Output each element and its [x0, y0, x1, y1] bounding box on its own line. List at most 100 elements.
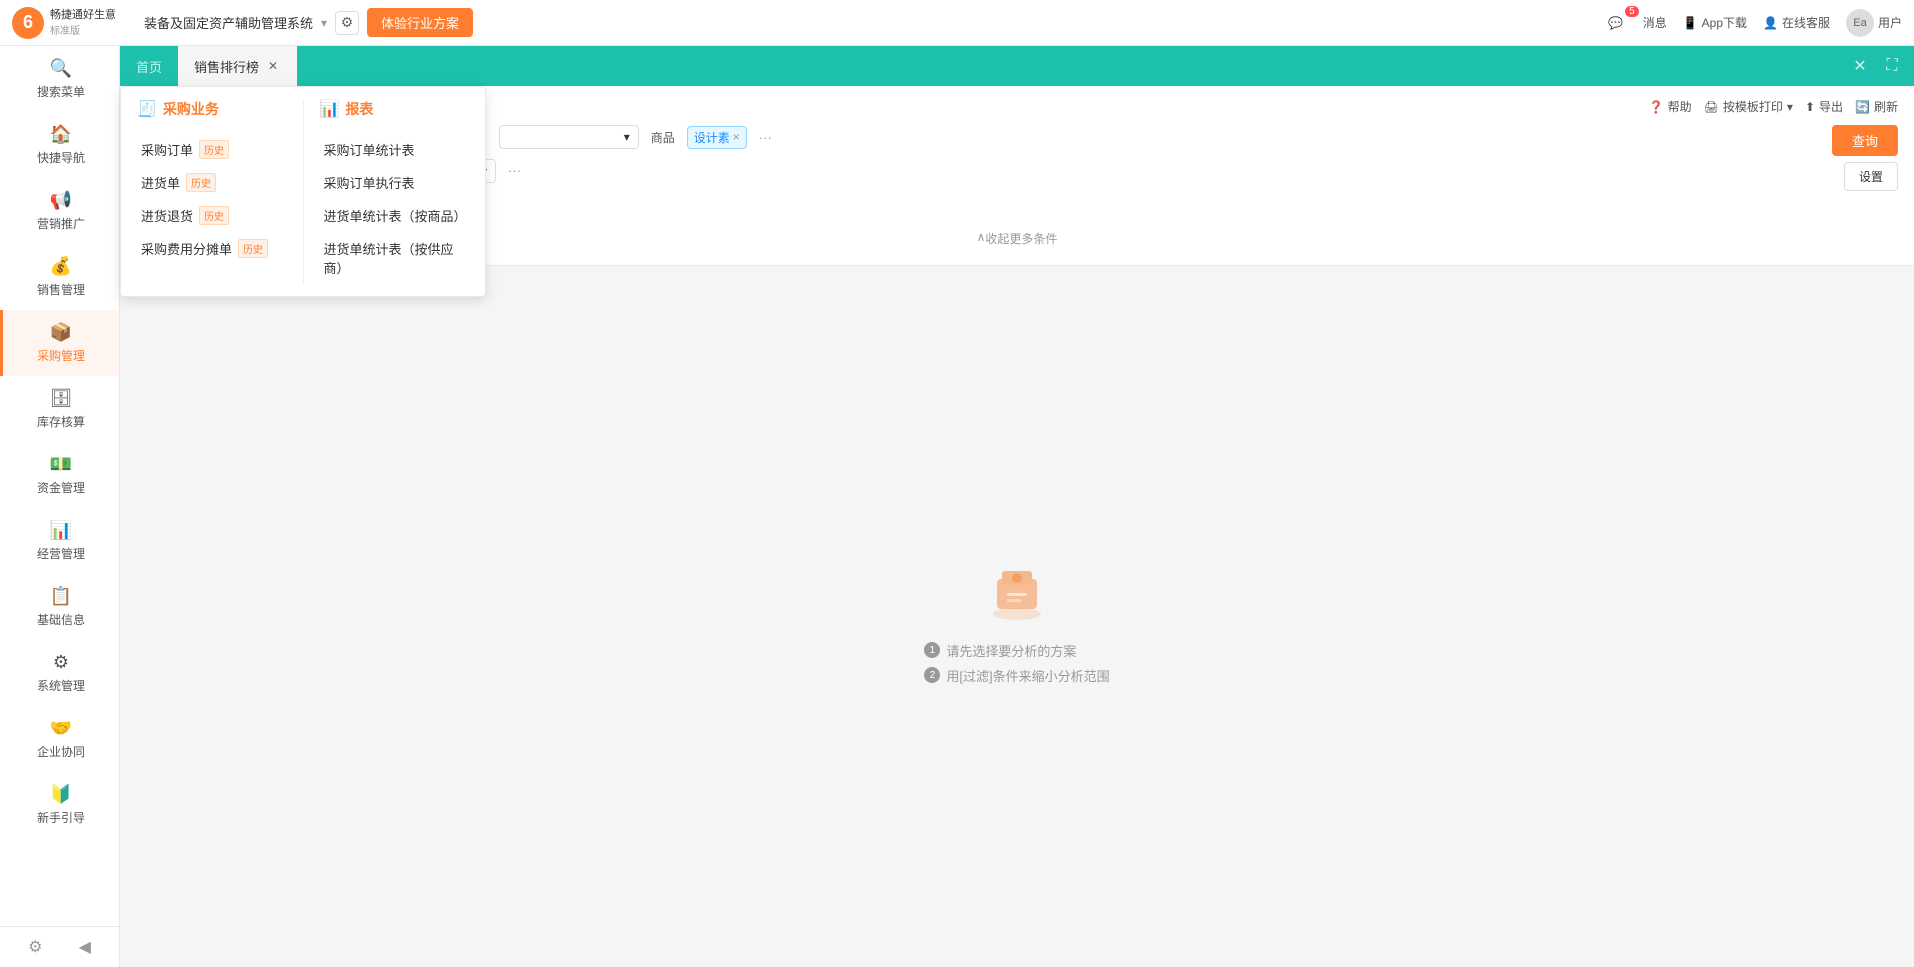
sidebar-label-inventory: 库存核算: [37, 413, 85, 430]
menu-item-purchase-expense-label: 采购费用分摊单: [141, 239, 232, 258]
tab-expand-button[interactable]: ⛶: [1878, 52, 1906, 80]
sidebar-label-sales: 销售管理: [37, 281, 85, 298]
tab-close-button[interactable]: ✕: [265, 58, 281, 74]
tab-bar: 首页 销售排行榜 ✕ ✕ ⛶: [120, 46, 1914, 86]
menu-item-purchase-order-exec[interactable]: 采购订单执行表: [320, 166, 470, 199]
app-download-button[interactable]: 📱 App下载: [1683, 14, 1747, 31]
sidebar-item-sales[interactable]: 💰 销售管理: [0, 244, 119, 310]
sidebar-item-inventory[interactable]: 🗄 库存核算: [0, 376, 119, 442]
sidebar-item-basic[interactable]: 📋 基础信息: [0, 574, 119, 640]
top-header: 6 畅捷通好生意 标准版 装备及固定资产辅助管理系统 ▾ ⚙ 体验行业方案 💬 …: [0, 0, 1914, 46]
menu-item-purchase-order[interactable]: 采购订单 历史: [137, 133, 287, 166]
purchase-dropdown-menu: 🧾 采购业务 采购订单 历史 进货单 历史 进货退货 历史 采购费用分摊单 历史…: [120, 86, 486, 297]
header-right: 💬 5 消息 📱 App下载 👤 在线客服 Ea 用户: [1608, 9, 1902, 37]
refresh-label: 刷新: [1874, 98, 1898, 115]
finance-icon: 💵: [50, 454, 72, 475]
tab-close-all-button[interactable]: ✕: [1846, 52, 1874, 80]
reports-section-icon: 📊: [320, 99, 340, 119]
tab-sales-rank-label: 销售排行榜: [194, 57, 259, 76]
guide-icon: 🔰: [50, 784, 72, 805]
settings-bottom-button[interactable]: ⚙: [28, 937, 42, 957]
header-dropdown-arrow[interactable]: ▾: [321, 16, 327, 30]
user-button[interactable]: Ea 用户: [1846, 9, 1902, 37]
sidebar-bottom: ⚙ ◀: [0, 926, 119, 967]
empty-text: 1 请先选择要分析的方案 2 用[过滤]条件来缩小分析范围: [924, 641, 1109, 685]
menu-section-reports: 📊 报表 采购订单统计表 采购订单执行表 进货单统计表（按商品） 进货单统计表（…: [304, 99, 486, 284]
service-icon: 👤: [1763, 16, 1778, 30]
menu-item-purchase-return[interactable]: 进货退货 历史: [137, 199, 287, 232]
history-badge-purchase-return: 历史: [199, 206, 229, 225]
user-avatar: Ea: [1846, 9, 1874, 37]
collapse-icon: ∧: [977, 230, 986, 247]
app-label: App下载: [1702, 14, 1747, 31]
menu-section-purchase: 🧾 采购业务 采购订单 历史 进货单 历史 进货退货 历史 采购费用分摊单 历史: [121, 99, 303, 284]
help-button[interactable]: ❓ 帮助: [1649, 98, 1692, 115]
sidebar-item-purchase[interactable]: 📦 采购管理: [0, 310, 119, 376]
brand-name: 畅捷通好生意: [50, 8, 116, 22]
sidebar-item-operation[interactable]: 📊 经营管理: [0, 508, 119, 574]
system-title: 装备及固定资产辅助管理系统: [144, 13, 313, 32]
marketing-icon: 📢: [50, 190, 72, 211]
enterprise-icon: 🤝: [50, 718, 72, 739]
print-button[interactable]: 🖨 按模板打印 ▾: [1704, 98, 1793, 115]
brand-sub: 标准版: [50, 22, 116, 37]
sidebar-item-marketing[interactable]: 📢 营销推广: [0, 178, 119, 244]
menu-item-receipt-stats-supplier[interactable]: 进货单统计表（按供应商）: [320, 232, 470, 284]
goods-tag[interactable]: 设计素 ×: [687, 126, 747, 149]
tab-home-label: 首页: [136, 57, 162, 76]
tab-home[interactable]: 首页: [120, 46, 178, 86]
phone-icon: 📱: [1683, 16, 1698, 30]
menu-item-purchase-receipt-label: 进货单: [141, 173, 180, 192]
sidebar-item-quick[interactable]: 🏠 快捷导航: [0, 112, 119, 178]
purchase-icon: 📦: [50, 322, 72, 343]
message-icon: 💬: [1608, 16, 1623, 30]
tab-bar-right: ✕ ⛶: [1846, 52, 1914, 80]
gear-button[interactable]: ⚙: [335, 11, 359, 35]
setting-button[interactable]: 设置: [1844, 162, 1898, 191]
industry-button[interactable]: 体验行业方案: [367, 8, 473, 37]
query-button[interactable]: 查询: [1832, 125, 1898, 156]
help-icon: ❓: [1649, 100, 1664, 114]
step-2-circle: 2: [924, 667, 940, 683]
menu-item-receipt-stats-supplier-label: 进货单统计表（按供应商）: [324, 239, 466, 277]
refresh-button[interactable]: 🔄 刷新: [1855, 98, 1898, 115]
service-button[interactable]: 👤 在线客服: [1763, 14, 1830, 31]
step-2-text: 用[过滤]条件来缩小分析范围: [946, 666, 1109, 685]
purchase-section-icon: 🧾: [137, 99, 157, 119]
empty-step-1: 1 请先选择要分析的方案: [924, 641, 1109, 660]
export-label: 导出: [1819, 98, 1843, 115]
collapse-sidebar-button[interactable]: ◀: [79, 937, 91, 957]
salesperson-more-dots[interactable]: ···: [508, 163, 521, 178]
sidebar-item-guide[interactable]: 🔰 新手引导: [0, 772, 119, 838]
doc-status-arrow: ▾: [624, 130, 630, 144]
history-badge-purchase-order: 历史: [199, 140, 229, 159]
goods-label: 商品: [651, 129, 675, 146]
tab-sales-rank[interactable]: 销售排行榜 ✕: [178, 46, 297, 86]
message-badge: 5: [1625, 6, 1639, 17]
operation-icon: 📊: [50, 520, 72, 541]
goods-more-dots[interactable]: ···: [759, 130, 772, 145]
sidebar-label-search: 搜索菜单: [37, 83, 85, 100]
sidebar-item-search[interactable]: 🔍 搜索菜单: [0, 46, 119, 112]
menu-item-purchase-expense[interactable]: 采购费用分摊单 历史: [137, 232, 287, 265]
menu-item-purchase-receipt[interactable]: 进货单 历史: [137, 166, 287, 199]
menu-item-purchase-order-exec-label: 采购订单执行表: [324, 173, 415, 192]
step-1-text: 请先选择要分析的方案: [946, 641, 1076, 660]
doc-status-select[interactable]: ▾: [499, 125, 639, 149]
sidebar-label-quick: 快捷导航: [37, 149, 85, 166]
print-label: 按模板打印: [1723, 98, 1783, 115]
logo-icon: 6: [12, 7, 44, 39]
inventory-icon: 🗄: [50, 388, 73, 409]
menu-item-purchase-order-stats[interactable]: 采购订单统计表: [320, 133, 470, 166]
user-label: 用户: [1878, 14, 1902, 31]
history-badge-purchase-expense: 历史: [238, 239, 268, 258]
message-button[interactable]: 💬 5 消息: [1608, 14, 1667, 31]
empty-illustration: [977, 549, 1057, 629]
menu-item-receipt-stats-goods[interactable]: 进货单统计表（按商品）: [320, 199, 470, 232]
sidebar-item-system[interactable]: ⚙ 系统管理: [0, 640, 119, 706]
goods-tag-close[interactable]: ×: [733, 130, 740, 144]
export-button[interactable]: ⬆ 导出: [1805, 98, 1843, 115]
sidebar-item-enterprise[interactable]: 🤝 企业协同: [0, 706, 119, 772]
service-label: 在线客服: [1782, 14, 1830, 31]
sidebar-item-finance[interactable]: 💵 资金管理: [0, 442, 119, 508]
